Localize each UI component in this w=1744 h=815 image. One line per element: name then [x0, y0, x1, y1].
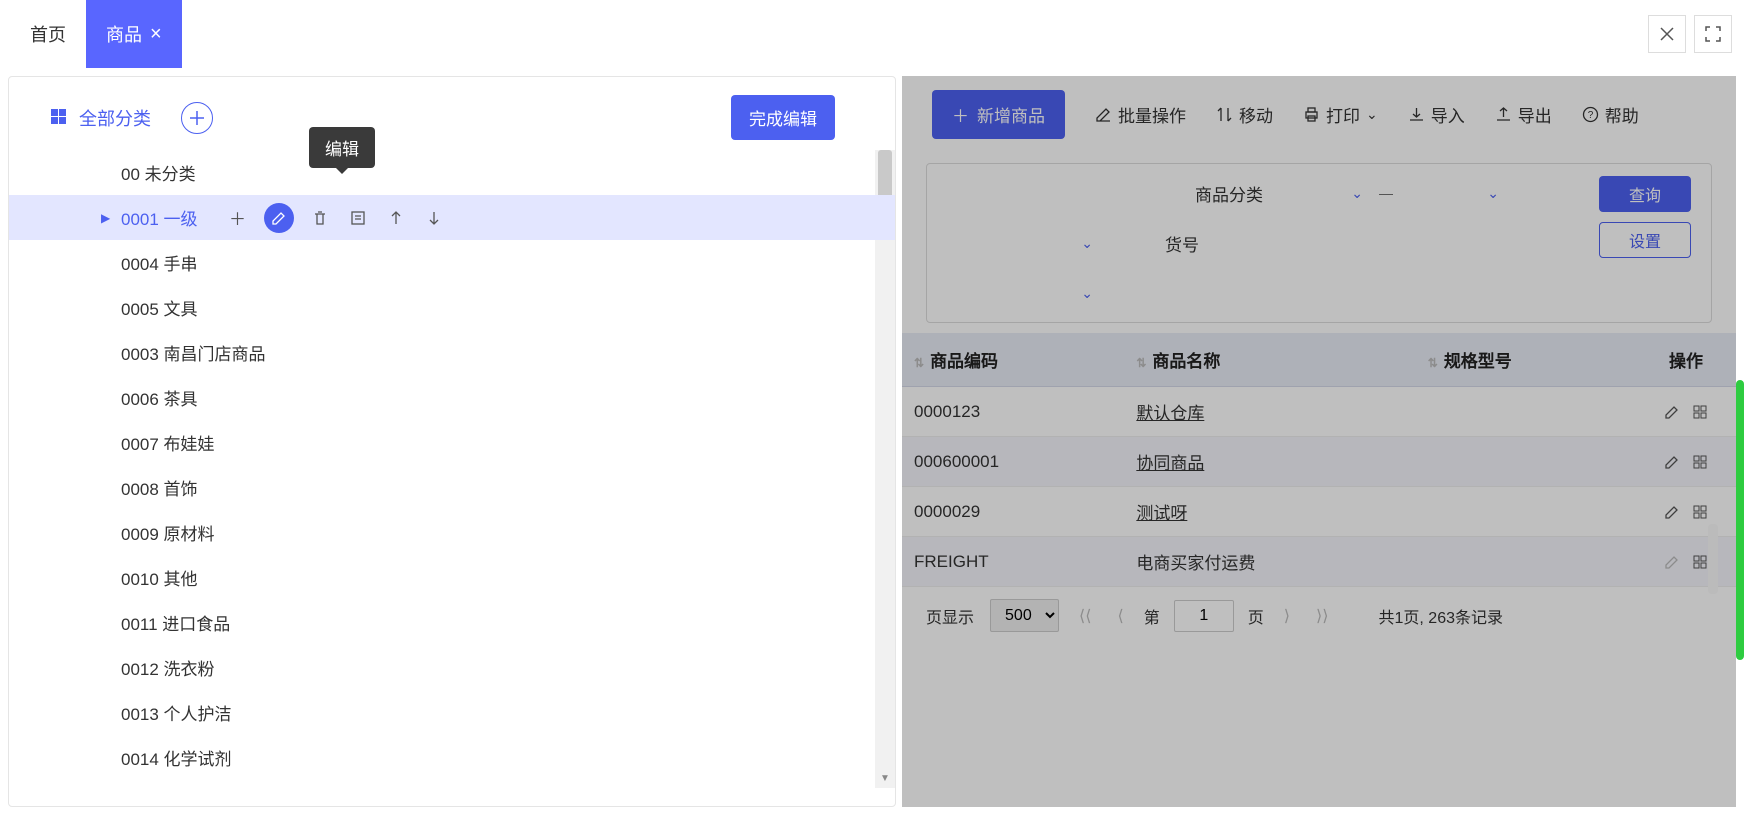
grid-icon — [51, 109, 69, 127]
category-item[interactable]: ▶ 0001 一级 ＋ — [9, 195, 895, 240]
category-item[interactable]: 0004 手串 — [9, 240, 895, 285]
category-item[interactable]: 0005 文具 — [9, 285, 895, 330]
category-item[interactable]: 0014 化学试剂 — [9, 735, 895, 780]
page-scrollbar-thumb[interactable] — [1736, 380, 1744, 660]
tab-products-label: 商品 — [106, 21, 142, 47]
edit-button[interactable] — [264, 203, 294, 233]
tab-home[interactable]: 首页 — [10, 0, 86, 68]
close-all-tabs-button[interactable] — [1648, 15, 1686, 53]
category-label: 0010 其他 — [121, 565, 198, 590]
category-item[interactable]: 0009 原材料 — [9, 510, 895, 555]
finish-edit-button[interactable]: 完成编辑 — [731, 95, 835, 140]
move-down-button[interactable] — [422, 206, 446, 230]
category-label: 0013 个人护洁 — [121, 700, 232, 725]
close-icon[interactable]: × — [150, 24, 162, 44]
caret-right-icon: ▶ — [101, 211, 110, 225]
category-item[interactable]: 0007 布娃娃 — [9, 420, 895, 465]
category-label: 0004 手串 — [121, 250, 198, 275]
add-category-button[interactable] — [181, 102, 213, 134]
category-item[interactable]: 0011 进口食品 — [9, 600, 895, 645]
scrollbar-track — [875, 150, 895, 768]
category-label: 0001 一级 — [121, 205, 198, 230]
category-label: 0007 布娃娃 — [121, 430, 215, 455]
category-label: 0008 首饰 — [121, 475, 198, 500]
add-child-button[interactable]: ＋ — [226, 206, 250, 230]
category-item[interactable]: 0003 南昌门店商品 — [9, 330, 895, 375]
tab-bar: 首页 商品 × — [0, 0, 1744, 68]
plus-icon — [189, 110, 205, 126]
dim-overlay — [902, 76, 1736, 807]
category-panel: 全部分类 完成编辑 编辑 ▼ 00 未分类 ▶ 0001 一级 ＋ 0004 手串 0… — [8, 76, 896, 807]
tab-home-label: 首页 — [30, 21, 66, 47]
scroll-down-arrow[interactable]: ▼ — [875, 768, 895, 788]
move-up-button[interactable] — [384, 206, 408, 230]
category-label: 0006 茶具 — [121, 385, 198, 410]
category-item[interactable]: 0006 茶具 — [9, 375, 895, 420]
category-label: 0011 进口食品 — [121, 610, 230, 635]
category-label: 0005 文具 — [121, 295, 198, 320]
fullscreen-button[interactable] — [1694, 15, 1732, 53]
assign-button[interactable] — [346, 206, 370, 230]
category-title[interactable]: 全部分类 — [79, 105, 151, 131]
category-label: 0014 化学试剂 — [121, 745, 232, 770]
category-item[interactable]: 00 未分类 — [9, 150, 895, 195]
category-label: 00 未分类 — [121, 160, 196, 185]
category-item[interactable]: 0008 首饰 — [9, 465, 895, 510]
edit-tooltip: 编辑 — [309, 127, 375, 168]
category-label: 0003 南昌门店商品 — [121, 340, 266, 365]
tab-products[interactable]: 商品 × — [86, 0, 182, 68]
table-scrollbar-thumb[interactable] — [1708, 524, 1718, 594]
category-label: 0009 原材料 — [121, 520, 215, 545]
category-tree: ▼ 00 未分类 ▶ 0001 一级 ＋ 0004 手串 0005 文具 0003 南昌… — [9, 150, 895, 788]
category-item[interactable]: 0013 个人护洁 — [9, 690, 895, 735]
x-icon — [1658, 25, 1676, 43]
category-item[interactable]: 0010 其他 — [9, 555, 895, 600]
category-item[interactable]: 0012 洗衣粉 — [9, 645, 895, 690]
delete-button[interactable] — [308, 206, 332, 230]
category-label: 0012 洗衣粉 — [121, 655, 215, 680]
product-list-panel: ＋ 新增商品 批量操作 移动 打印 ⌄ 导入 — [902, 76, 1736, 807]
fullscreen-icon — [1704, 25, 1722, 43]
